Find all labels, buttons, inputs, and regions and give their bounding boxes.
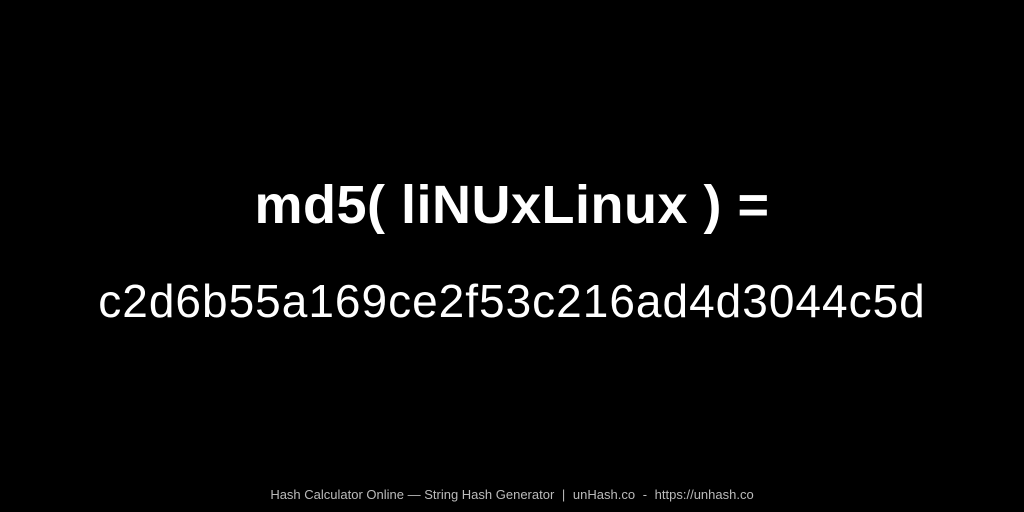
footer: Hash Calculator Online — String Hash Gen…: [0, 487, 1024, 502]
footer-separator: -: [643, 487, 647, 502]
hash-expression: md5( liNUxLinux ) =: [254, 174, 769, 236]
hash-display: md5( liNUxLinux ) = c2d6b55a169ce2f53c21…: [98, 174, 926, 328]
hash-result: c2d6b55a169ce2f53c216ad4d3044c5d: [98, 274, 926, 328]
footer-site-name: unHash.co: [573, 487, 635, 502]
footer-title: Hash Calculator Online — String Hash Gen…: [270, 487, 554, 502]
footer-separator: |: [562, 487, 565, 502]
footer-url: https://unhash.co: [655, 487, 754, 502]
